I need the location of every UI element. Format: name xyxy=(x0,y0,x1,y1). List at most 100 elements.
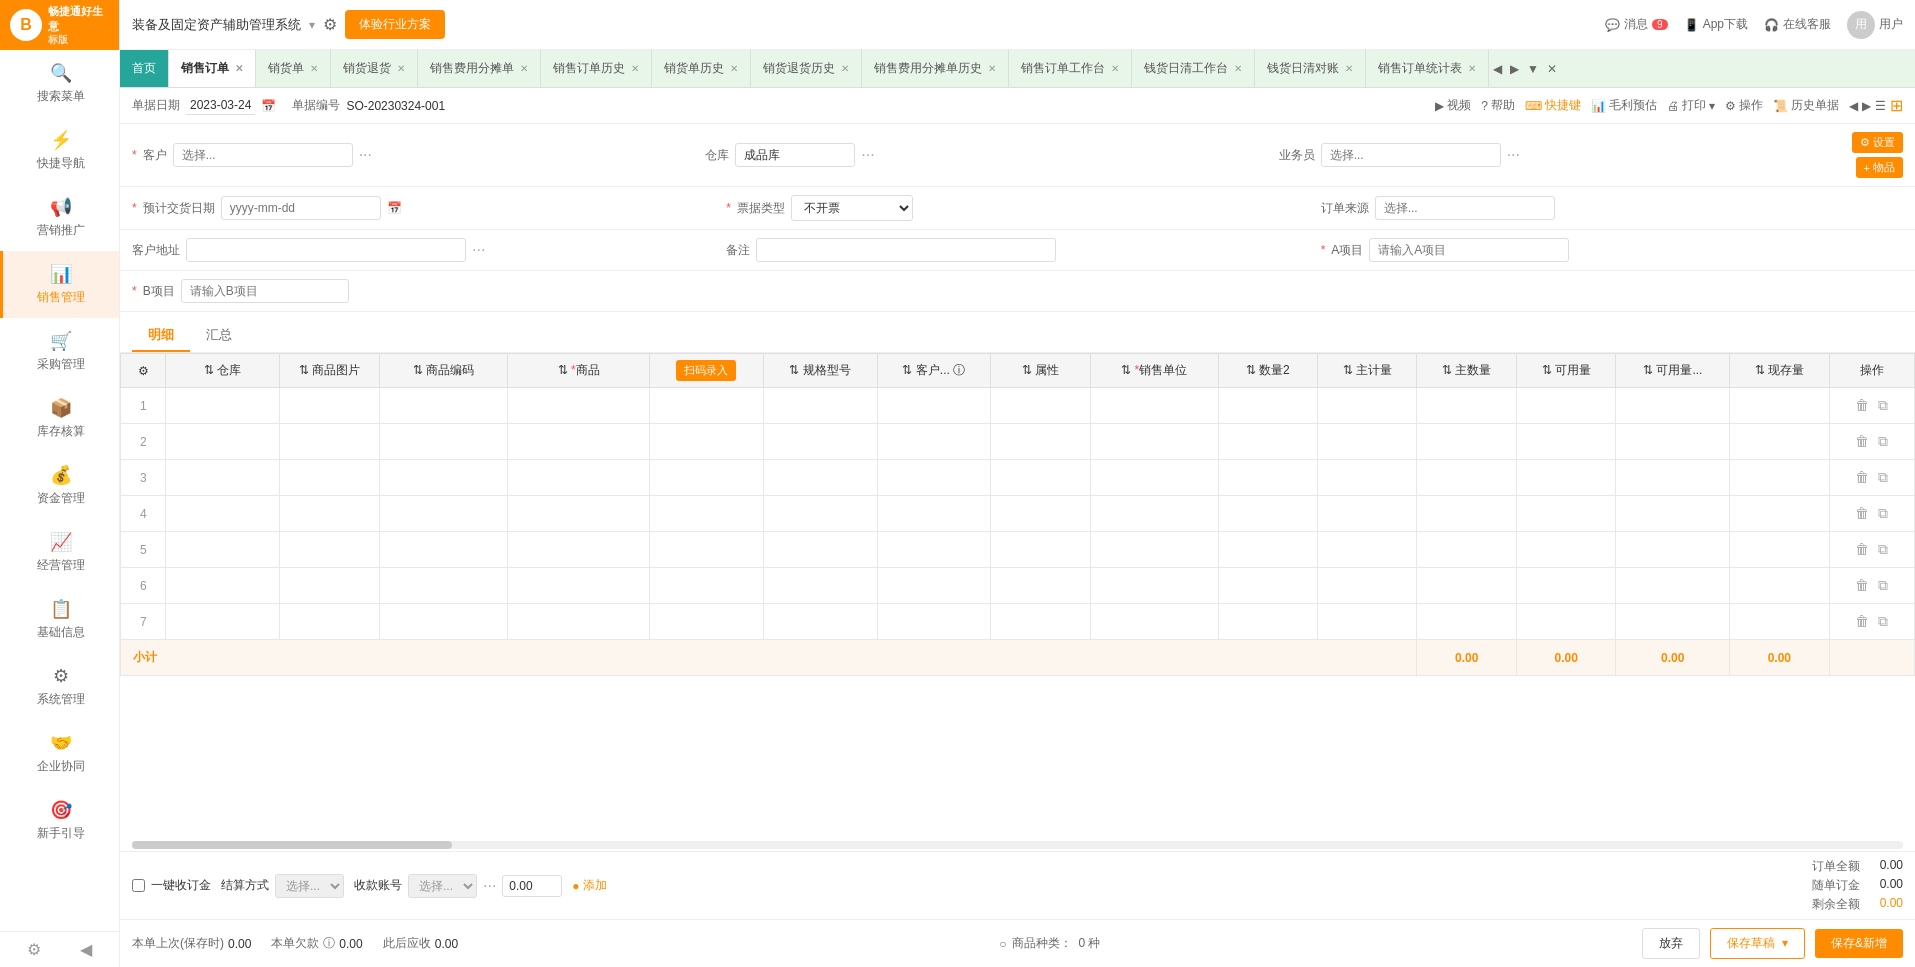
row-attr[interactable] xyxy=(991,388,1090,424)
delete-row-icon[interactable]: 🗑 xyxy=(1855,505,1869,521)
calendar-icon[interactable]: 📅 xyxy=(261,99,276,113)
row-code[interactable] xyxy=(380,424,508,460)
action-shortcut[interactable]: ⌨ 快捷键 xyxy=(1525,97,1581,114)
row-warehouse[interactable] xyxy=(166,424,280,460)
discard-button[interactable]: 放弃 xyxy=(1642,928,1700,959)
a-project-input[interactable] xyxy=(1369,238,1569,262)
notes-input[interactable] xyxy=(756,238,1056,262)
row-attr[interactable] xyxy=(991,532,1090,568)
row-main-qty[interactable] xyxy=(1417,532,1516,568)
sidebar-item-operations[interactable]: 📈 经营管理 xyxy=(0,519,119,586)
action-operate[interactable]: ⚙ 操作 xyxy=(1725,97,1763,114)
sort-icon[interactable]: ⇅ xyxy=(1343,363,1353,377)
tab-sales-order-history[interactable]: 销售订单历史 ✕ xyxy=(541,50,652,87)
invoice-select[interactable]: 不开票 增值税普通发票 增值税专用发票 xyxy=(791,195,913,221)
row-attr[interactable] xyxy=(991,496,1090,532)
copy-row-icon[interactable]: ⧉ xyxy=(1878,613,1888,629)
copy-row-icon[interactable]: ⧉ xyxy=(1878,541,1888,557)
row-code[interactable] xyxy=(380,460,508,496)
row-warehouse[interactable] xyxy=(166,460,280,496)
sort-icon[interactable]: ⇅ xyxy=(1542,363,1552,377)
row-qty2[interactable] xyxy=(1218,532,1317,568)
draft-dropdown-icon[interactable]: ▾ xyxy=(1782,936,1788,950)
copy-row-icon[interactable]: ⧉ xyxy=(1878,397,1888,413)
dropdown-icon[interactable]: ▾ xyxy=(309,18,315,32)
row-main-qty[interactable] xyxy=(1417,604,1516,640)
sort-icon[interactable]: ⇅ xyxy=(1755,363,1765,377)
receipt-more-icon[interactable]: ··· xyxy=(483,877,496,895)
salesperson-input[interactable] xyxy=(1321,143,1501,167)
customer-input[interactable] xyxy=(173,143,353,167)
row-warehouse[interactable] xyxy=(166,532,280,568)
delete-row-icon[interactable]: 🗑 xyxy=(1855,577,1869,593)
tab-fee-history[interactable]: 销售费用分摊单历史 ✕ xyxy=(862,50,1009,87)
sort-icon[interactable]: ⇅ xyxy=(789,363,799,377)
tab-bill-history[interactable]: 销货单历史 ✕ xyxy=(652,50,751,87)
tab-close-icon[interactable]: ✕ xyxy=(1111,63,1119,74)
action-profit[interactable]: 📊 毛利预估 xyxy=(1591,97,1657,114)
settings-button[interactable]: ⚙ 设置 xyxy=(1852,132,1903,153)
copy-row-icon[interactable]: ⧉ xyxy=(1878,505,1888,521)
row-goods[interactable] xyxy=(508,388,650,424)
row-warehouse[interactable] xyxy=(166,568,280,604)
address-more-icon[interactable]: ··· xyxy=(472,241,485,259)
settings-bottom-icon[interactable]: ⚙ xyxy=(27,940,41,959)
row-unit[interactable] xyxy=(1090,496,1218,532)
copy-row-icon[interactable]: ⧉ xyxy=(1878,469,1888,485)
th-scan[interactable]: 扫码录入 xyxy=(650,354,764,388)
tab-close-icon[interactable]: ✕ xyxy=(730,63,738,74)
tab-home[interactable]: 首页 xyxy=(120,50,169,87)
sidebar-item-system[interactable]: ⚙ 系统管理 xyxy=(0,653,119,720)
row-spec[interactable] xyxy=(763,496,877,532)
salesperson-more-icon[interactable]: ··· xyxy=(1507,146,1520,164)
row-code[interactable] xyxy=(380,496,508,532)
goods-button[interactable]: + 物品 xyxy=(1856,157,1903,178)
row-spec[interactable] xyxy=(763,388,877,424)
customer-more-icon[interactable]: ··· xyxy=(359,146,372,164)
tab-sales-bill[interactable]: 销货单 ✕ xyxy=(256,50,331,87)
print-dropdown-icon[interactable]: ▾ xyxy=(1709,99,1715,113)
add-receipt-btn[interactable]: ● 添加 xyxy=(572,877,606,894)
row-qty2[interactable] xyxy=(1218,496,1317,532)
copy-row-icon[interactable]: ⧉ xyxy=(1878,577,1888,593)
delete-row-icon[interactable]: 🗑 xyxy=(1855,397,1869,413)
row-unit[interactable] xyxy=(1090,532,1218,568)
row-qty2[interactable] xyxy=(1218,424,1317,460)
delete-row-icon[interactable]: 🗑 xyxy=(1855,469,1869,485)
delete-row-icon[interactable]: 🗑 xyxy=(1855,541,1869,557)
sidebar-item-basic-info[interactable]: 📋 基础信息 xyxy=(0,586,119,653)
tab-close-icon[interactable]: ✕ xyxy=(631,63,639,74)
action-print[interactable]: 🖨 打印 ▾ xyxy=(1667,97,1715,114)
tab-close-icon[interactable]: ✕ xyxy=(1234,63,1242,74)
row-attr[interactable] xyxy=(991,460,1090,496)
row-attr[interactable] xyxy=(991,568,1090,604)
tab-sales-return[interactable]: 销货退货 ✕ xyxy=(331,50,418,87)
sidebar-item-enterprise[interactable]: 🤝 企业协同 xyxy=(0,720,119,787)
scroll-track[interactable] xyxy=(132,841,1903,849)
row-unit[interactable] xyxy=(1090,424,1218,460)
row-code[interactable] xyxy=(380,532,508,568)
row-main-qty[interactable] xyxy=(1417,568,1516,604)
tab-menu-icon[interactable]: ▼ xyxy=(1523,62,1543,76)
row-goods[interactable] xyxy=(508,460,650,496)
row-customer-code[interactable] xyxy=(877,388,991,424)
row-customer-code[interactable] xyxy=(877,496,991,532)
row-code[interactable] xyxy=(380,388,508,424)
th-gear[interactable]: ⚙ xyxy=(121,354,166,388)
tab-close-all-icon[interactable]: ✕ xyxy=(1543,62,1561,76)
row-qty2[interactable] xyxy=(1218,388,1317,424)
row-unit[interactable] xyxy=(1090,568,1218,604)
row-warehouse[interactable] xyxy=(166,388,280,424)
online-support-item[interactable]: 🎧 在线客服 xyxy=(1764,16,1831,33)
row-customer-code[interactable] xyxy=(877,532,991,568)
solution-button[interactable]: 体验行业方案 xyxy=(345,10,445,39)
tab-detail[interactable]: 明细 xyxy=(132,320,190,352)
address-input[interactable] xyxy=(186,238,466,262)
quick-order-checkbox[interactable] xyxy=(132,879,145,892)
sidebar-item-search[interactable]: 🔍 搜索菜单 xyxy=(0,50,119,117)
row-unit[interactable] xyxy=(1090,604,1218,640)
row-code[interactable] xyxy=(380,568,508,604)
row-goods[interactable] xyxy=(508,604,650,640)
action-view[interactable]: ▶ 视频 xyxy=(1435,97,1471,114)
row-attr[interactable] xyxy=(991,604,1090,640)
